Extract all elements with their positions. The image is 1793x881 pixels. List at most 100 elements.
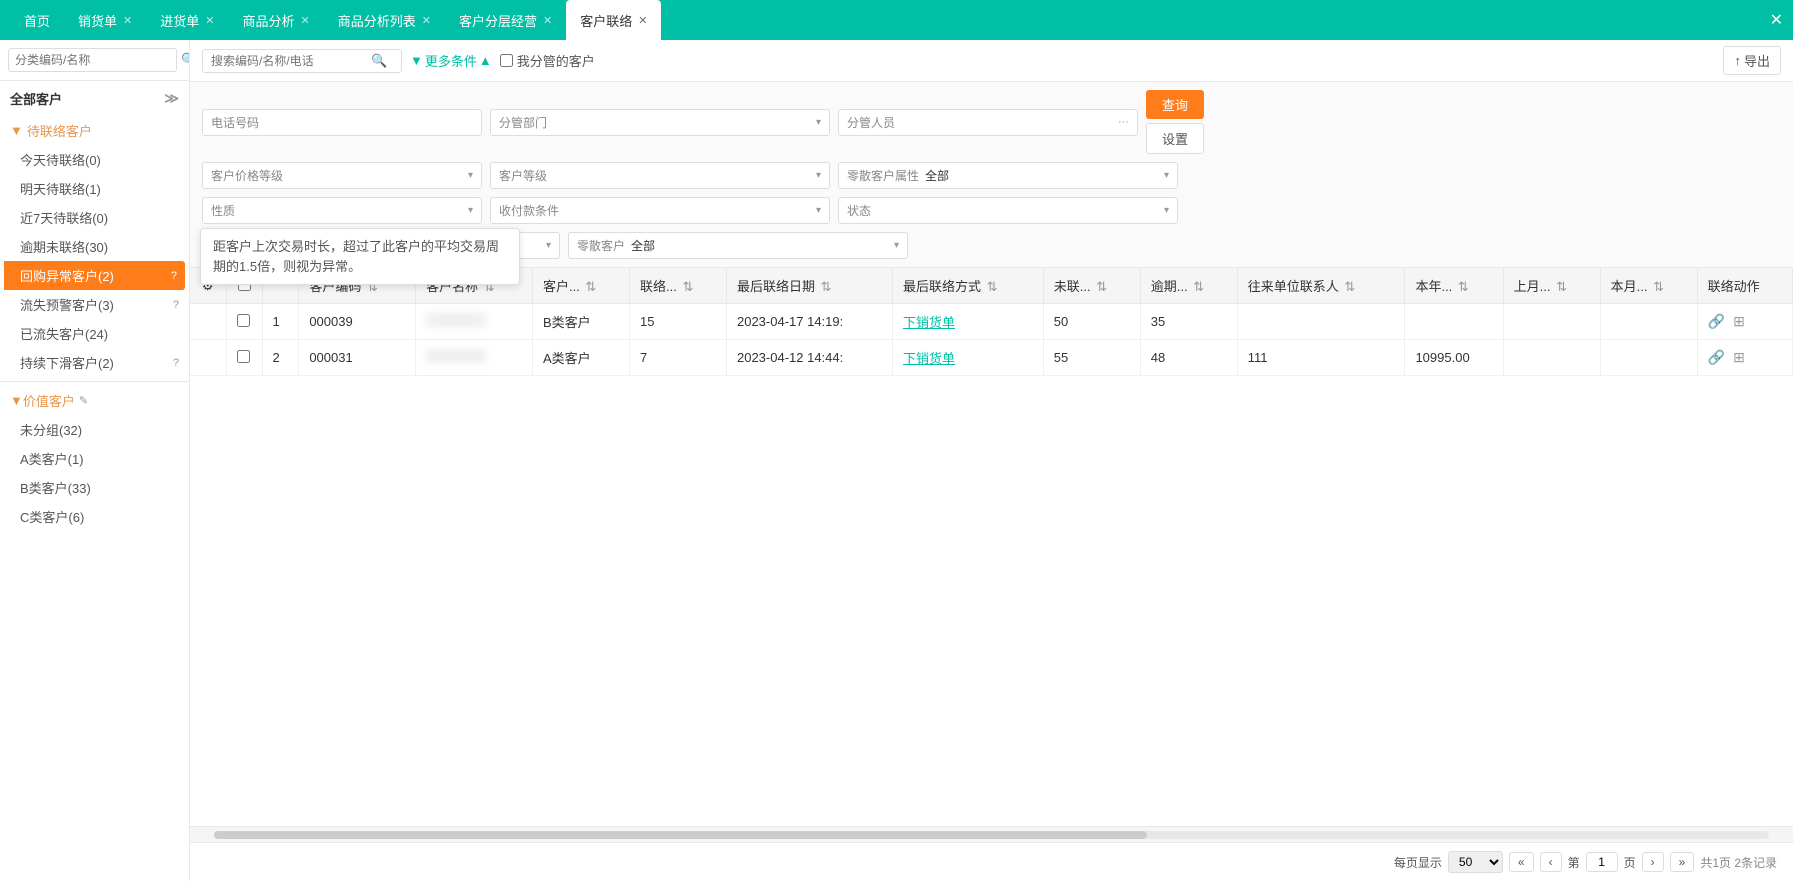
- link-action-icon[interactable]: 🔗: [1708, 313, 1725, 330]
- th-contact-count[interactable]: 联络... ⇅: [629, 268, 726, 304]
- nav-purchase-order[interactable]: 进货单 ✕: [146, 0, 228, 40]
- th-customer-type[interactable]: 客户... ⇅: [532, 268, 629, 304]
- page-size-select[interactable]: 50 100 200: [1448, 851, 1503, 873]
- first-page-button[interactable]: «: [1509, 852, 1534, 872]
- customer-price-filter[interactable]: 客户价格等级 ▾: [202, 162, 482, 189]
- sidebar-item-class-c[interactable]: C类客户(6): [0, 502, 189, 531]
- page-number-input[interactable]: [1586, 852, 1618, 872]
- th-overdue[interactable]: 逾期... ⇅: [1140, 268, 1237, 304]
- help-icon[interactable]: ?: [173, 357, 179, 369]
- query-button[interactable]: 查询: [1146, 90, 1204, 119]
- row-checkbox[interactable]: [237, 314, 250, 327]
- filter-icon: ▼: [410, 53, 423, 68]
- prev-page-button[interactable]: ‹: [1540, 852, 1562, 872]
- search-input[interactable]: [211, 54, 371, 68]
- td-code[interactable]: 000031: [299, 340, 416, 376]
- payment-filter[interactable]: 收付款条件 ▾: [490, 197, 830, 224]
- collapse-icon[interactable]: ≫: [164, 90, 179, 107]
- th-this-year[interactable]: 本年... ⇅: [1405, 268, 1503, 304]
- td-type: B类客户: [532, 304, 629, 340]
- sidebar-item-lost-warning[interactable]: 流失预警客户(3) ?: [0, 290, 189, 319]
- td-index: 1: [262, 304, 299, 340]
- td-checkbox[interactable]: [226, 340, 262, 376]
- page-unit-label: 页: [1624, 854, 1636, 871]
- nav-product-analysis[interactable]: 商品分析 ✕: [228, 0, 323, 40]
- td-last-method[interactable]: 下销货单: [893, 304, 1044, 340]
- td-this-month: [1600, 304, 1697, 340]
- close-icon[interactable]: ✕: [205, 14, 214, 27]
- nav-sales-order[interactable]: 销货单 ✕: [64, 0, 146, 40]
- sidebar-item-7days-pending[interactable]: 近7天待联络(0): [0, 203, 189, 232]
- nav-customer-contact[interactable]: 客户联络 ✕: [566, 0, 661, 40]
- sidebar-item-overdue-pending[interactable]: 逾期未联络(30): [0, 232, 189, 261]
- nav-product-analysis-list[interactable]: 商品分析列表 ✕: [324, 0, 445, 40]
- td-checkbox[interactable]: [226, 304, 262, 340]
- th-last-contact-method[interactable]: 最后联络方式 ⇅: [893, 268, 1044, 304]
- gender-filter[interactable]: 性质 ▾: [202, 197, 482, 224]
- sidebar-item-tomorrow-pending[interactable]: 明天待联络(1): [0, 174, 189, 203]
- th-unit-contact[interactable]: 往来单位联系人 ⇅: [1237, 268, 1405, 304]
- status-filter[interactable]: 状态 ▾: [838, 197, 1178, 224]
- edit-icon[interactable]: ✎: [79, 394, 88, 407]
- nav-customer-segmentation[interactable]: 客户分层经营 ✕: [445, 0, 566, 40]
- toolbar: 🔍 ▼ 更多条件 ▲ 我分管的客户 ↑ 导出: [190, 40, 1793, 82]
- close-icon[interactable]: ✕: [543, 14, 552, 27]
- grid-action-icon[interactable]: ⊞: [1733, 313, 1745, 330]
- sidebar-pending-contact-section[interactable]: ▼ 待联络客户: [0, 116, 189, 145]
- row-checkbox[interactable]: [237, 350, 250, 363]
- scrollbar-thumb[interactable]: [214, 831, 1147, 839]
- sidebar-item-repurchase-anomaly[interactable]: 回购异常客户(2) ?: [4, 261, 185, 290]
- link-action-icon[interactable]: 🔗: [1708, 349, 1725, 366]
- sidebar-item-unclassified[interactable]: 未分组(32): [0, 415, 189, 444]
- retail-customer-filter[interactable]: 零散客户 全部 ▾: [568, 232, 908, 259]
- sort-icon: ⇅: [1193, 279, 1204, 294]
- th-last-month[interactable]: 上月... ⇅: [1503, 268, 1600, 304]
- sidebar-search-input[interactable]: [8, 48, 177, 72]
- next-page-button[interactable]: ›: [1642, 852, 1664, 872]
- sidebar-item-lost-customers[interactable]: 已流失客户(24): [0, 319, 189, 348]
- close-icon[interactable]: ✕: [422, 14, 431, 27]
- my-customer-checkbox[interactable]: [500, 54, 513, 67]
- retail-attribute-filter[interactable]: 零散客户属性 全部 ▾: [838, 162, 1178, 189]
- td-code[interactable]: 000039: [299, 304, 416, 340]
- close-icon[interactable]: ✕: [123, 14, 132, 27]
- th-no-contact[interactable]: 未联... ⇅: [1043, 268, 1140, 304]
- td-contact: 7: [629, 340, 726, 376]
- close-icon[interactable]: ✕: [301, 14, 310, 27]
- search-icon[interactable]: 🔍: [371, 53, 387, 69]
- td-action: 🔗 ⊞: [1697, 340, 1792, 376]
- help-icon[interactable]: ?: [171, 270, 177, 282]
- settings-button[interactable]: 设置: [1146, 123, 1204, 154]
- export-button[interactable]: ↑ 导出: [1723, 46, 1781, 75]
- grid-action-icon[interactable]: ⊞: [1733, 349, 1745, 366]
- sort-icon: ⇅: [1653, 279, 1664, 294]
- td-last-month: [1503, 340, 1600, 376]
- content-area: 🔍 ▼ 更多条件 ▲ 我分管的客户 ↑ 导出: [190, 40, 1793, 881]
- filter-row-3: 性质 ▾ 收付款条件 ▾ 状态 ▾: [202, 197, 1781, 224]
- window-close-button[interactable]: ✕: [1770, 10, 1783, 30]
- sidebar-item-declining-customers[interactable]: 持续下滑客户(2) ?: [0, 348, 189, 377]
- chevron-down-icon: ▾: [816, 117, 821, 128]
- sidebar-value-customers-section[interactable]: ▼ 价值客户 ✎: [0, 386, 189, 415]
- sidebar-item-class-a[interactable]: A类客户(1): [0, 444, 189, 473]
- close-icon[interactable]: ✕: [638, 14, 647, 27]
- last-page-button[interactable]: »: [1670, 852, 1695, 872]
- sidebar-item-today-pending[interactable]: 今天待联络(0): [0, 145, 189, 174]
- search-icon[interactable]: 🔍: [181, 52, 190, 68]
- chevron-down-icon: ▾: [894, 240, 899, 251]
- nav-home[interactable]: 首页: [10, 0, 64, 40]
- more-conditions-button[interactable]: ▼ 更多条件 ▲: [410, 51, 492, 70]
- td-last-method[interactable]: 下销货单: [893, 340, 1044, 376]
- horizontal-scrollbar[interactable]: [190, 826, 1793, 842]
- phone-filter[interactable]: 电话号码: [202, 109, 482, 136]
- dept-filter[interactable]: 分管部门 ▾: [490, 109, 830, 136]
- help-icon[interactable]: ?: [173, 299, 179, 311]
- customer-level-filter[interactable]: 客户等级 ▾: [490, 162, 830, 189]
- person-filter[interactable]: 分管人员 ···: [838, 109, 1138, 136]
- sidebar-item-class-b[interactable]: B类客户(33): [0, 473, 189, 502]
- pagination-bar: 每页显示 50 100 200 « ‹ 第 页 › » 共1页 2条记录: [190, 842, 1793, 881]
- th-last-contact-date[interactable]: 最后联络日期 ⇅: [726, 268, 892, 304]
- sidebar-all-customers-header: 全部客户 ≫: [0, 81, 189, 116]
- filter-row-1: 电话号码 分管部门 ▾ 分管人员 ··· 查询 设置: [202, 90, 1781, 154]
- th-this-month[interactable]: 本月... ⇅: [1600, 268, 1697, 304]
